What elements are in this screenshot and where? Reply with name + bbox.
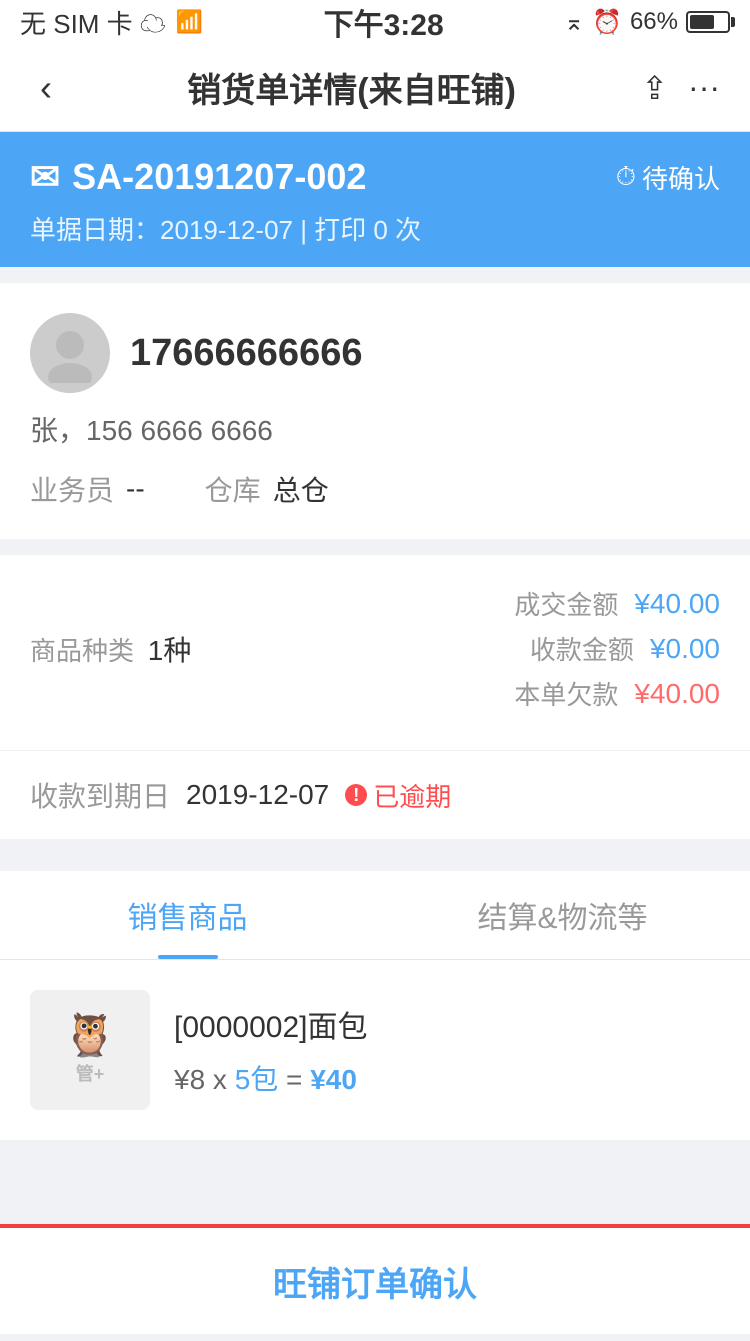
- status-right: ⌅ ⏰ 66%: [564, 8, 730, 37]
- product-owl-icon: 🦉: [64, 1014, 116, 1056]
- price-total: ¥40: [310, 1064, 357, 1095]
- salesperson-item: 业务员 --: [30, 469, 145, 509]
- nav-bar: ‹ 销货单详情(来自旺铺) ⇪ ···: [0, 44, 750, 132]
- due-label: 收款到期日: [30, 775, 170, 815]
- location-icon: ⌅: [564, 8, 584, 37]
- tab-sales-products[interactable]: 销售商品: [0, 871, 375, 959]
- salesperson-label: 业务员: [30, 469, 114, 509]
- price-quantity: 5包: [235, 1064, 279, 1095]
- overdue-badge: ! 已逾期: [345, 777, 451, 814]
- header-top: ✉ SA-20191207-002 ⏱ 待确认: [30, 156, 720, 198]
- more-button[interactable]: ···: [688, 69, 720, 106]
- product-info: [0000002]面包 ¥8 x 5包 = ¥40: [174, 1002, 720, 1098]
- warehouse-item: 仓库 总仓: [205, 469, 329, 509]
- overdue-text: 已逾期: [373, 777, 451, 814]
- order-status: ⏱ 待确认: [616, 159, 720, 196]
- amount-label: 成交金额: [514, 585, 618, 622]
- table-row: 🦉 管+ [0000002]面包 ¥8 x 5包 = ¥40: [0, 960, 750, 1141]
- back-button[interactable]: ‹: [30, 57, 62, 119]
- avatar: [30, 313, 110, 393]
- price-base: ¥8 x: [174, 1064, 235, 1095]
- product-list: 🦉 管+ [0000002]面包 ¥8 x 5包 = ¥40: [0, 960, 750, 1141]
- status-left: 无 SIM 卡 ☁ 📶: [20, 4, 203, 41]
- customer-phone: 17666666666: [130, 332, 362, 375]
- amount-item: 成交金额 ¥40.00: [514, 585, 720, 622]
- summary-right: 成交金额 ¥40.00 收款金额 ¥0.00 本单欠款 ¥40.00: [514, 585, 720, 712]
- tab-sales-label: 销售商品: [128, 893, 248, 937]
- customer-header: 17666666666: [30, 313, 720, 393]
- debt-label: 本单欠款: [514, 675, 618, 712]
- debt-value: ¥40.00: [634, 678, 720, 710]
- page-title: 销货单详情(来自旺铺): [187, 63, 516, 112]
- customer-meta: 业务员 -- 仓库 总仓: [30, 469, 720, 509]
- status-label: 待确认: [642, 159, 720, 196]
- customer-card: 17666666666 张，156 6666 6666 业务员 -- 仓库 总仓: [0, 283, 750, 539]
- sim-label: 无 SIM 卡 ☁: [20, 4, 166, 41]
- received-label: 收款金额: [530, 630, 634, 667]
- tab-settlement-label: 结算&物流等: [477, 893, 647, 937]
- overdue-icon: !: [345, 784, 367, 806]
- warehouse-label: 仓库: [205, 469, 261, 509]
- product-name: [0000002]面包: [174, 1002, 720, 1046]
- status-time: 下午3:28: [324, 0, 444, 44]
- confirm-order-button[interactable]: 旺铺订单确认: [30, 1241, 720, 1321]
- warehouse-value: 总仓: [273, 469, 329, 509]
- divider-2: [0, 839, 750, 855]
- header-card: ✉ SA-20191207-002 ⏱ 待确认 单据日期：2019-12-07 …: [0, 132, 750, 267]
- share-button[interactable]: ⇪: [641, 69, 668, 107]
- received-value: ¥0.00: [650, 633, 720, 665]
- order-id-value: SA-20191207-002: [72, 156, 366, 198]
- clock-icon: ⏱: [616, 161, 636, 193]
- product-plus-icon: 管+: [76, 1060, 105, 1086]
- alarm-icon: ⏰: [592, 8, 622, 37]
- divider-1: [0, 539, 750, 555]
- product-thumbnail: 🦉 管+: [30, 990, 150, 1110]
- product-type-value: 1种: [148, 635, 192, 666]
- customer-name: 张，156 6666 6666: [30, 409, 720, 449]
- received-item: 收款金额 ¥0.00: [530, 630, 720, 667]
- product-type-label: 商品种类: [30, 636, 134, 666]
- order-id: ✉ SA-20191207-002: [30, 156, 366, 198]
- order-date: 单据日期：2019-12-07 | 打印 0 次: [30, 210, 720, 247]
- bottom-bar: 旺铺订单确认: [0, 1224, 750, 1334]
- status-bar: 无 SIM 卡 ☁ 📶 下午3:28 ⌅ ⏰ 66%: [0, 0, 750, 44]
- due-value: 2019-12-07: [186, 779, 329, 811]
- summary-row: 商品种类 1种 成交金额 ¥40.00 收款金额 ¥0.00 本单欠款 ¥40.…: [30, 585, 720, 712]
- summary-left: 商品种类 1种: [30, 629, 514, 669]
- order-icon: ✉: [30, 156, 60, 198]
- battery-percent: 66%: [630, 8, 678, 36]
- nav-actions: ⇪ ···: [641, 69, 720, 107]
- tab-active-indicator: [158, 955, 218, 959]
- wifi-icon: 📶: [176, 9, 203, 35]
- due-date-card: 收款到期日 2019-12-07 ! 已逾期: [0, 751, 750, 839]
- summary-card: 商品种类 1种 成交金额 ¥40.00 收款金额 ¥0.00 本单欠款 ¥40.…: [0, 555, 750, 750]
- amount-value: ¥40.00: [634, 588, 720, 620]
- tab-settlement[interactable]: 结算&物流等: [375, 871, 750, 959]
- tabs: 销售商品 结算&物流等: [0, 871, 750, 960]
- battery-icon: [686, 11, 730, 33]
- product-price: ¥8 x 5包 = ¥40: [174, 1058, 720, 1098]
- salesperson-value: --: [126, 473, 145, 505]
- debt-item: 本单欠款 ¥40.00: [514, 675, 720, 712]
- price-equals: =: [278, 1064, 310, 1095]
